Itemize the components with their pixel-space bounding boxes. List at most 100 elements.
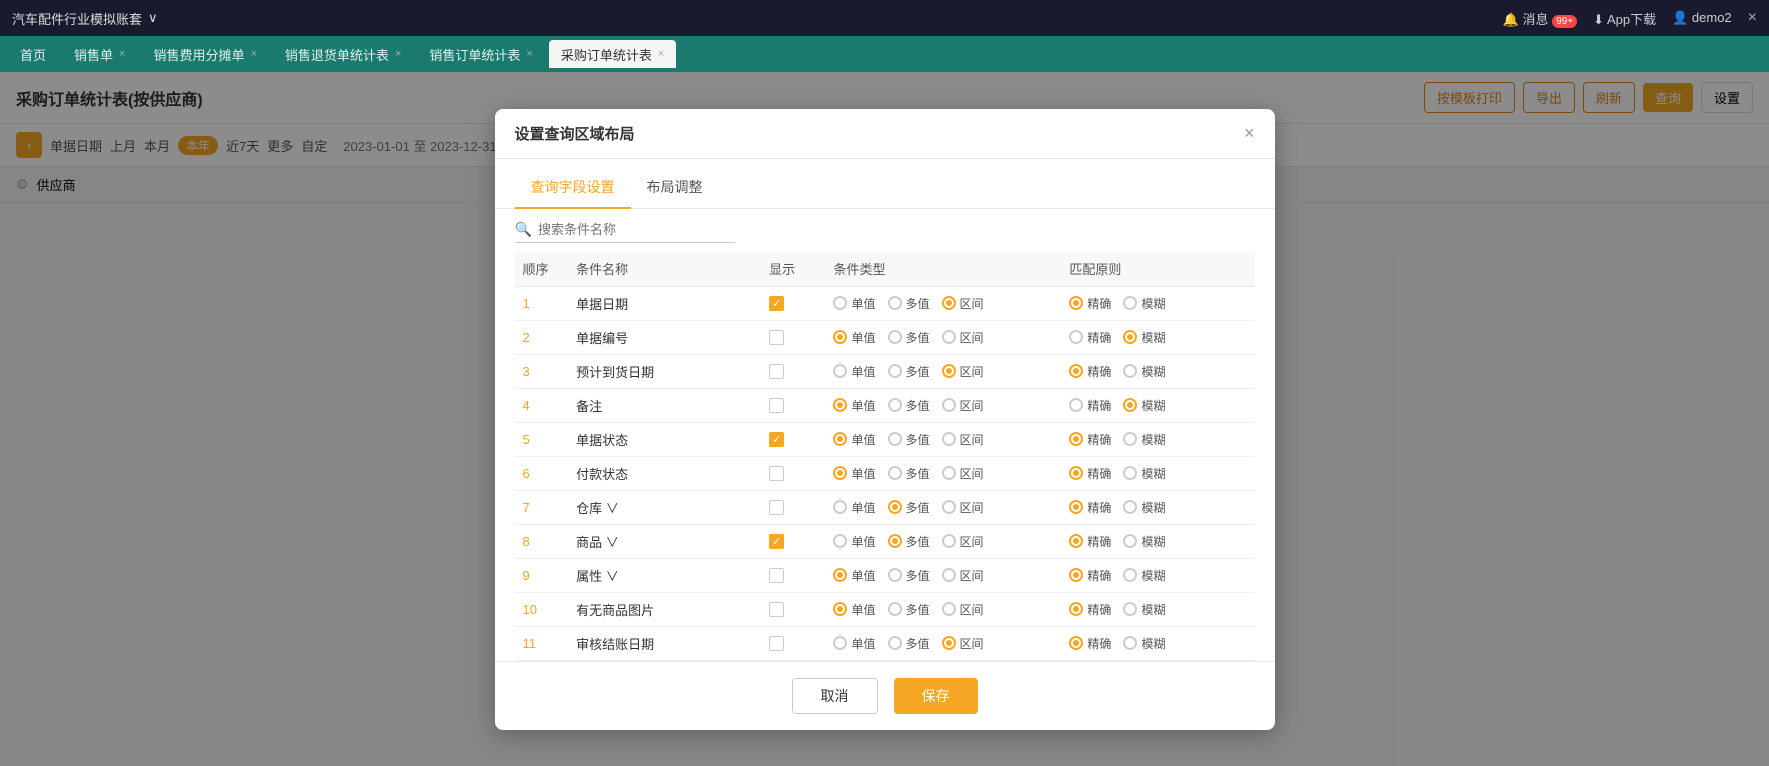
radio-match-精确[interactable]: 精确 xyxy=(1069,465,1111,482)
radio-type-单值[interactable]: 单值 xyxy=(833,635,875,652)
cancel-button[interactable]: 取消 xyxy=(792,678,878,714)
radio-type-区间[interactable]: 区间 xyxy=(942,601,984,618)
row-show-9[interactable] xyxy=(761,592,825,626)
radio-type-区间[interactable]: 区间 xyxy=(942,533,984,550)
radio-match-模糊[interactable]: 模糊 xyxy=(1123,329,1165,346)
checkbox-show-5[interactable] xyxy=(769,466,784,481)
radio-type-多值[interactable]: 多值 xyxy=(888,329,930,346)
radio-match-精确[interactable]: 精确 xyxy=(1069,601,1111,618)
radio-type-区间[interactable]: 区间 xyxy=(942,567,984,584)
tab-close-return[interactable]: × xyxy=(395,48,401,60)
radio-type-多值[interactable]: 多值 xyxy=(888,635,930,652)
checkbox-show-8[interactable] xyxy=(769,568,784,583)
radio-type-单值[interactable]: 单值 xyxy=(833,363,875,380)
download-btn[interactable]: ⬇ App下载 xyxy=(1593,9,1656,28)
checkbox-show-6[interactable] xyxy=(769,500,784,515)
radio-type-单值[interactable]: 单值 xyxy=(833,567,875,584)
radio-type-区间[interactable]: 区间 xyxy=(942,635,984,652)
tab-close-fee[interactable]: × xyxy=(250,48,256,60)
top-close-button[interactable]: × xyxy=(1748,9,1757,27)
radio-type-单值[interactable]: 单值 xyxy=(833,465,875,482)
radio-match-精确[interactable]: 精确 xyxy=(1069,533,1111,550)
radio-type-多值[interactable]: 多值 xyxy=(888,533,930,550)
checkbox-show-4[interactable]: ✓ xyxy=(769,432,784,447)
tab-purchase-stat[interactable]: 采购订单统计表 × xyxy=(549,40,676,68)
radio-type-单值[interactable]: 单值 xyxy=(833,431,875,448)
radio-type-多值[interactable]: 多值 xyxy=(888,397,930,414)
row-show-5[interactable] xyxy=(761,456,825,490)
radio-match-精确[interactable]: 精确 xyxy=(1069,295,1111,312)
row-show-3[interactable] xyxy=(761,388,825,422)
radio-match-模糊[interactable]: 模糊 xyxy=(1123,295,1165,312)
row-show-2[interactable] xyxy=(761,354,825,388)
radio-match-精确[interactable]: 精确 xyxy=(1069,397,1111,414)
notification-btn[interactable]: 🔔 消息 99+ xyxy=(1503,9,1577,28)
modal-close-button[interactable]: × xyxy=(1244,124,1255,142)
radio-type-多值[interactable]: 多值 xyxy=(888,499,930,516)
tab-sales-order[interactable]: 销售单 × xyxy=(62,40,137,68)
tab-sales-fee[interactable]: 销售费用分摊单 × xyxy=(141,40,268,68)
radio-match-模糊[interactable]: 模糊 xyxy=(1123,499,1165,516)
tab-close-stat[interactable]: × xyxy=(526,48,532,60)
tab-home[interactable]: 首页 xyxy=(8,40,58,68)
modal-tab-layout[interactable]: 布局调整 xyxy=(631,171,719,209)
radio-type-单值[interactable]: 单值 xyxy=(833,499,875,516)
radio-type-多值[interactable]: 多值 xyxy=(888,465,930,482)
checkbox-show-3[interactable] xyxy=(769,398,784,413)
tab-sales-return[interactable]: 销售退货单统计表 × xyxy=(273,40,413,68)
radio-type-多值[interactable]: 多值 xyxy=(888,601,930,618)
row-show-0[interactable]: ✓ xyxy=(761,286,825,320)
checkbox-show-0[interactable]: ✓ xyxy=(769,296,784,311)
radio-match-模糊[interactable]: 模糊 xyxy=(1123,635,1165,652)
modal-tab-query[interactable]: 查询字段设置 xyxy=(515,171,631,209)
radio-type-区间[interactable]: 区间 xyxy=(942,431,984,448)
radio-match-模糊[interactable]: 模糊 xyxy=(1123,567,1165,584)
search-input[interactable] xyxy=(538,222,718,237)
radio-match-精确[interactable]: 精确 xyxy=(1069,499,1111,516)
radio-type-区间[interactable]: 区间 xyxy=(942,363,984,380)
radio-type-单值[interactable]: 单值 xyxy=(833,601,875,618)
radio-type-区间[interactable]: 区间 xyxy=(942,465,984,482)
checkbox-show-9[interactable] xyxy=(769,602,784,617)
row-show-8[interactable] xyxy=(761,558,825,592)
tab-close-sales[interactable]: × xyxy=(119,48,125,60)
th-show: 显示 xyxy=(761,251,825,287)
row-show-1[interactable] xyxy=(761,320,825,354)
radio-match-模糊[interactable]: 模糊 xyxy=(1123,465,1165,482)
radio-match-精确[interactable]: 精确 xyxy=(1069,363,1111,380)
save-button[interactable]: 保存 xyxy=(894,678,978,714)
radio-match-精确[interactable]: 精确 xyxy=(1069,431,1111,448)
radio-type-单值[interactable]: 单值 xyxy=(833,533,875,550)
checkbox-show-1[interactable] xyxy=(769,330,784,345)
radio-type-多值[interactable]: 多值 xyxy=(888,295,930,312)
radio-match-模糊[interactable]: 模糊 xyxy=(1123,397,1165,414)
user-avatar[interactable]: 👤 demo2 xyxy=(1672,10,1732,26)
row-show-7[interactable]: ✓ xyxy=(761,524,825,558)
radio-match-模糊[interactable]: 模糊 xyxy=(1123,431,1165,448)
radio-type-单值[interactable]: 单值 xyxy=(833,329,875,346)
checkbox-show-7[interactable]: ✓ xyxy=(769,534,784,549)
radio-match-精确[interactable]: 精确 xyxy=(1069,567,1111,584)
tab-close-purchase[interactable]: × xyxy=(658,48,664,60)
radio-type-多值[interactable]: 多值 xyxy=(888,363,930,380)
radio-match-精确[interactable]: 精确 xyxy=(1069,329,1111,346)
radio-type-多值[interactable]: 多值 xyxy=(888,567,930,584)
radio-type-区间[interactable]: 区间 xyxy=(942,329,984,346)
radio-match-模糊[interactable]: 模糊 xyxy=(1123,363,1165,380)
radio-match-模糊[interactable]: 模糊 xyxy=(1123,533,1165,550)
radio-type-单值[interactable]: 单值 xyxy=(833,295,875,312)
row-show-4[interactable]: ✓ xyxy=(761,422,825,456)
row-show-10[interactable] xyxy=(761,626,825,660)
radio-type-区间[interactable]: 区间 xyxy=(942,397,984,414)
checkbox-show-10[interactable] xyxy=(769,636,784,651)
radio-type-区间[interactable]: 区间 xyxy=(942,295,984,312)
radio-type-多值[interactable]: 多值 xyxy=(888,431,930,448)
radio-type-单值[interactable]: 单值 xyxy=(833,397,875,414)
radio-match-精确[interactable]: 精确 xyxy=(1069,635,1111,652)
row-show-6[interactable] xyxy=(761,490,825,524)
checkbox-show-2[interactable] xyxy=(769,364,784,379)
row-order-8: 8 xyxy=(515,524,569,558)
radio-match-模糊[interactable]: 模糊 xyxy=(1123,601,1165,618)
radio-type-区间[interactable]: 区间 xyxy=(942,499,984,516)
tab-sales-stat[interactable]: 销售订单统计表 × xyxy=(417,40,544,68)
